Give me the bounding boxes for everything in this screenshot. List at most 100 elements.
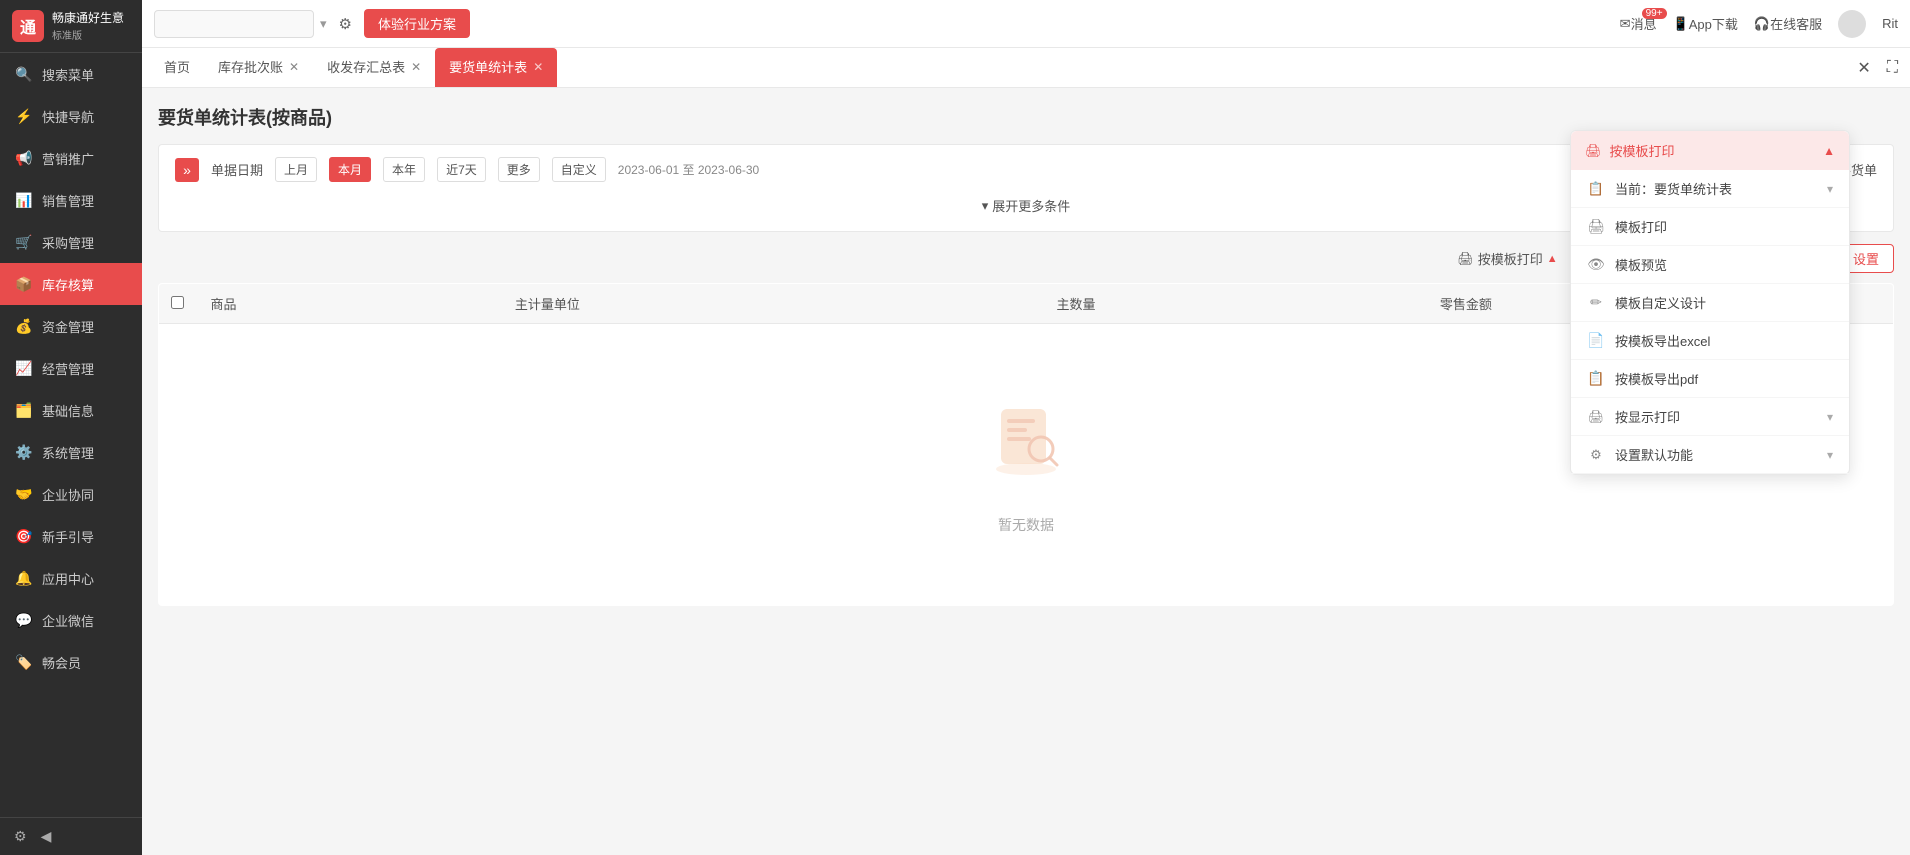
dropdown-item-template-preview[interactable]: 👁 模板预览 [1571, 246, 1849, 284]
dropdown-item-template-print[interactable]: 🖨 模板打印 [1571, 208, 1849, 246]
username[interactable]: Rit [1882, 16, 1898, 31]
tab-home[interactable]: 首页 [150, 48, 204, 87]
print-template-dropdown: 🖨 按模板打印 ▲ 📋 当前：要货单统计表 ▾ 🖨 模板打印 👁 模板预览 ✏ … [1570, 130, 1850, 475]
sidebar-item-label: 企业协同 [42, 485, 94, 504]
tab-label: 收发存汇总表 [327, 57, 405, 76]
current-template-label: 当前：要货单统计表 [1615, 179, 1732, 198]
app-download-btn[interactable]: 📱 App下载 [1673, 14, 1738, 33]
handshake-icon: 🤝 [14, 484, 34, 504]
sidebar-item-label: 快捷导航 [42, 107, 94, 126]
phone-icon: 📱 [1673, 16, 1689, 32]
sidebar: 通 畅康通好生意 标准版 🔍 搜索菜单 ⚡ 快捷导航 📢 营销推广 📊 销售管理… [0, 0, 142, 855]
search-input[interactable] [154, 10, 314, 38]
messages-btn[interactable]: ✉ 消息 99+ [1620, 14, 1657, 33]
dropdown-default-func[interactable]: ⚙ 设置默认功能 ▾ [1571, 436, 1849, 474]
sidebar-item-inventory[interactable]: 📦 库存核算 [0, 263, 142, 305]
sidebar-item-finance[interactable]: 💰 资金管理 [0, 305, 142, 347]
expand-more-label: 展开更多条件 [992, 196, 1070, 215]
template-pdf-icon: 📋 [1587, 370, 1605, 387]
dropdown-header-left: 🖨 按模板打印 [1585, 141, 1675, 160]
current-template-left: 📋 当前：要货单统计表 [1587, 179, 1732, 198]
online-service-label: 在线客服 [1770, 14, 1822, 33]
col-quantity: 主数量 [1044, 284, 1427, 324]
tab-close-icon[interactable]: ✕ [533, 60, 543, 74]
tab-close-icon[interactable]: ✕ [411, 60, 421, 74]
topbar-right: ✉ 消息 99+ 📱 App下载 🎧 在线客服 Rit [1620, 10, 1898, 38]
current-template-icon: 📋 [1587, 181, 1605, 197]
date-more-btn[interactable]: 更多 [498, 157, 540, 182]
dropdown-current-template[interactable]: 📋 当前：要货单统计表 ▾ [1571, 170, 1849, 208]
expand-more-button[interactable]: ▾ 展开更多条件 [970, 192, 1083, 219]
sidebar-item-basic[interactable]: 🗂️ 基础信息 [0, 389, 142, 431]
sidebar-item-member[interactable]: 🏷️ 畅会员 [0, 641, 142, 683]
dropdown-item-template-design[interactable]: ✏ 模板自定义设计 [1571, 284, 1849, 322]
printer-icon: 🖨 [1457, 251, 1474, 267]
date-this-month-btn[interactable]: 本月 [329, 157, 371, 182]
template-preview-icon: 👁 [1587, 256, 1605, 273]
dropdown-chevron-icon: ▲ [1823, 144, 1835, 158]
sidebar-item-label: 资金管理 [42, 317, 94, 336]
date-this-year-btn[interactable]: 本年 [383, 157, 425, 182]
sidebar-item-label: 库存核算 [42, 275, 94, 294]
topbar: ▾ ⚙ 体验行业方案 ✉ 消息 99+ 📱 App下载 🎧 在线客服 Rit [142, 0, 1910, 48]
tab-order-stats[interactable]: 要货单统计表 ✕ [435, 48, 557, 87]
sidebar-item-search[interactable]: 🔍 搜索菜单 [0, 53, 142, 95]
sidebar-item-operation[interactable]: 📈 经营管理 [0, 347, 142, 389]
tab-close-window-icon[interactable]: ✕ [1853, 54, 1874, 82]
online-service-btn[interactable]: 🎧 在线客服 [1754, 14, 1822, 33]
print-template-button[interactable]: 🖨 按模板打印 ▲ [1445, 244, 1569, 273]
default-func-label: 设置默认功能 [1615, 445, 1693, 464]
sidebar-item-purchase[interactable]: 🛒 采购管理 [0, 221, 142, 263]
topbar-gear-icon[interactable]: ⚙ [339, 15, 352, 33]
date-custom-btn[interactable]: 自定义 [552, 157, 606, 182]
dropdown-item-template-pdf[interactable]: 📋 按模板导出pdf [1571, 360, 1849, 398]
experience-button[interactable]: 体验行业方案 [364, 9, 470, 38]
empty-text: 暂无数据 [998, 515, 1054, 535]
sidebar-item-collab[interactable]: 🤝 企业协同 [0, 473, 142, 515]
date-7days-btn[interactable]: 近7天 [437, 157, 486, 182]
default-func-icon: ⚙ [1587, 447, 1605, 463]
sidebar-item-wechat[interactable]: 💬 企业微信 [0, 599, 142, 641]
sidebar-item-appstore[interactable]: 🔔 应用中心 [0, 557, 142, 599]
target-icon: 🎯 [14, 526, 34, 546]
dropdown-item-template-excel[interactable]: 📄 按模板导出excel [1571, 322, 1849, 360]
sidebar-item-label: 营销推广 [42, 149, 94, 168]
sidebar-item-marketing[interactable]: 📢 营销推广 [0, 137, 142, 179]
bell-icon: 🔔 [14, 568, 34, 588]
message-icon: ✉ [1620, 16, 1631, 32]
collapse-icon[interactable]: ◀ [41, 828, 52, 845]
filter-expand-button[interactable]: » [175, 158, 199, 182]
default-func-left: ⚙ 设置默认功能 [1587, 445, 1693, 464]
sidebar-item-sales[interactable]: 📊 销售管理 [0, 179, 142, 221]
avatar[interactable] [1838, 10, 1866, 38]
tab-home-label: 首页 [164, 57, 190, 76]
tag-icon: 🏷️ [14, 652, 34, 672]
sidebar-item-system[interactable]: ⚙️ 系统管理 [0, 431, 142, 473]
date-last-month-btn[interactable]: 上月 [275, 157, 317, 182]
settings-footer-icon[interactable]: ⚙ [14, 828, 27, 845]
dropdown-header[interactable]: 🖨 按模板打印 ▲ [1571, 131, 1849, 170]
app-version: 标准版 [52, 27, 124, 42]
sidebar-nav: 🔍 搜索菜单 ⚡ 快捷导航 📢 营销推广 📊 销售管理 🛒 采购管理 📦 库存核… [0, 53, 142, 817]
tab-inventory-batch[interactable]: 库存批次账 ✕ [204, 48, 313, 87]
template-design-label: 模板自定义设计 [1615, 293, 1706, 312]
template-excel-icon: 📄 [1587, 332, 1605, 349]
tab-close-icon[interactable]: ✕ [289, 60, 299, 74]
dropdown-display-print[interactable]: 🖨 按显示打印 ▾ [1571, 398, 1849, 436]
display-print-icon: 🖨 [1587, 409, 1605, 425]
display-print-label: 按显示打印 [1615, 407, 1680, 426]
sidebar-item-label: 销售管理 [42, 191, 94, 210]
page-title: 要货单统计表(按商品) [158, 104, 1894, 130]
gear-icon: ⚙️ [14, 442, 34, 462]
sidebar-item-label: 畅会员 [42, 653, 81, 672]
select-all-checkbox[interactable] [171, 296, 184, 309]
sidebar-item-quick-nav[interactable]: ⚡ 快捷导航 [0, 95, 142, 137]
tab-maximize-icon[interactable]: ⛶ [1883, 55, 1902, 81]
sidebar-item-label: 应用中心 [42, 569, 94, 588]
search-chevron-icon[interactable]: ▾ [320, 16, 327, 32]
col-product: 商品 [199, 284, 503, 324]
sidebar-item-guide[interactable]: 🎯 新手引导 [0, 515, 142, 557]
default-func-arrow-icon: ▾ [1827, 448, 1833, 462]
tab-recv-summary[interactable]: 收发存汇总表 ✕ [313, 48, 435, 87]
folder-icon: 🗂️ [14, 400, 34, 420]
